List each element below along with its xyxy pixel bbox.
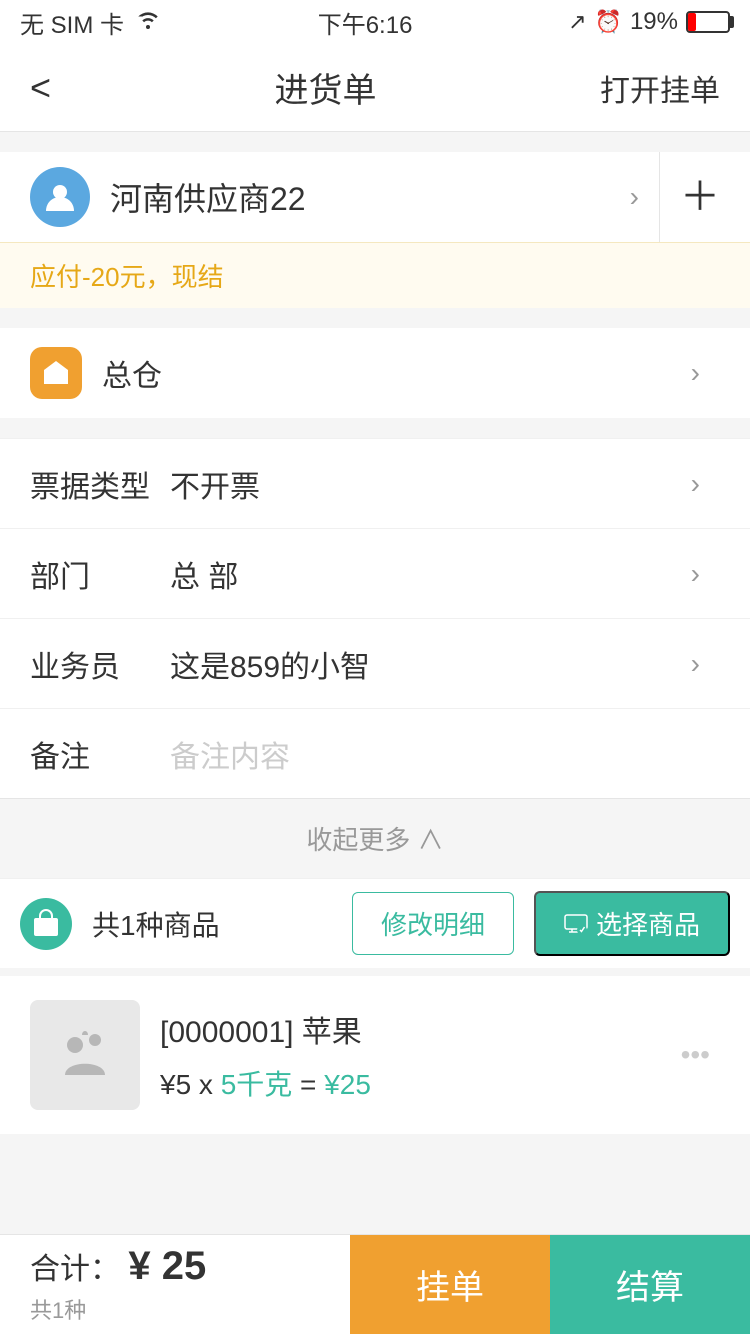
status-right: ↗ ⏰ 19%: [568, 8, 730, 36]
note-label: 备注: [30, 732, 150, 776]
note-input[interactable]: 备注内容: [170, 732, 720, 776]
gap-2: [0, 308, 750, 328]
alarm-icon: ⏰: [595, 9, 622, 35]
total-label: 合计：: [30, 1253, 120, 1286]
product-header: 共1种商品 修改明细 选择商品: [0, 878, 750, 968]
note-row[interactable]: 备注 备注内容: [0, 708, 750, 798]
status-left: 无 SIM 卡: [20, 5, 162, 40]
battery-icon: [686, 11, 730, 33]
total-area: 合计： ¥ 25 共1种: [0, 1244, 350, 1325]
carrier-label: 无 SIM 卡: [20, 5, 124, 40]
product-thumbnail: [30, 1000, 140, 1110]
gap-3: [0, 418, 750, 438]
staff-value: 这是859的小智: [170, 642, 691, 686]
product-info: [0000001] 苹果 ¥5 x 5千克 = ¥25: [160, 1007, 651, 1103]
hang-button[interactable]: 挂单: [350, 1235, 550, 1334]
product-name: [0000001] 苹果: [160, 1007, 651, 1051]
product-price: ¥5 x 5千克 = ¥25: [160, 1063, 651, 1103]
chevron-right-icon: ›: [630, 181, 639, 213]
nav-bar: < 进货单 打开挂单: [0, 44, 750, 132]
warehouse-row[interactable]: 总仓 ›: [0, 328, 750, 418]
total-label: ¥25: [324, 1069, 371, 1100]
wifi-icon: [134, 8, 162, 37]
total-sub: 共1种: [30, 1293, 320, 1325]
select-product-button[interactable]: 选择商品: [534, 891, 730, 956]
edit-detail-button[interactable]: 修改明细: [352, 892, 514, 955]
location-icon: ↗: [568, 9, 586, 35]
form-section: 票据类型 不开票 › 部门 总 部 › 业务员 这是859的小智 › 备注 备注…: [0, 438, 750, 798]
gap-1: [0, 132, 750, 152]
total-amount: ¥ 25: [128, 1244, 206, 1288]
supplier-name: 河南供应商22: [110, 174, 630, 220]
back-button[interactable]: <: [30, 67, 51, 109]
staff-chevron-icon: ›: [691, 648, 700, 680]
supplier-notice: 应付-20元，现结: [0, 242, 750, 308]
checkout-button[interactable]: 结算: [550, 1235, 750, 1334]
qty-label: 5千克: [221, 1069, 293, 1100]
product-count-label: 共1种商品: [92, 904, 332, 944]
product-icon: [20, 898, 72, 950]
supplier-row[interactable]: 河南供应商22 › ＋: [0, 152, 750, 242]
warehouse-section: 总仓 ›: [0, 328, 750, 418]
time-label: 下午6:16: [318, 5, 413, 40]
warehouse-name: 总仓: [102, 351, 691, 395]
equals-label: =: [292, 1069, 324, 1100]
ticket-chevron-icon: ›: [691, 468, 700, 500]
add-supplier-button[interactable]: ＋: [659, 152, 720, 242]
collapse-label: 收起更多 ∧: [306, 820, 443, 857]
dept-label: 部门: [30, 552, 150, 596]
collapse-bar[interactable]: 收起更多 ∧: [0, 798, 750, 878]
open-hang-button[interactable]: 打开挂单: [600, 66, 720, 110]
dept-chevron-icon: ›: [691, 558, 700, 590]
warehouse-chevron-icon: ›: [691, 357, 700, 389]
battery-tip: [730, 16, 734, 28]
select-product-label: 选择商品: [596, 905, 700, 942]
battery-pct-label: 19%: [630, 8, 678, 36]
price-label: ¥5 x: [160, 1069, 221, 1100]
staff-label: 业务员: [30, 642, 150, 686]
ticket-type-row[interactable]: 票据类型 不开票 ›: [0, 438, 750, 528]
battery-fill: [688, 13, 696, 31]
supplier-section: 河南供应商22 › ＋ 应付-20元，现结: [0, 152, 750, 308]
more-options-button[interactable]: •••: [671, 1029, 720, 1081]
product-item: [0000001] 苹果 ¥5 x 5千克 = ¥25 •••: [0, 968, 750, 1134]
ticket-type-label: 票据类型: [30, 462, 150, 506]
supplier-avatar: [30, 167, 90, 227]
page-title: 进货单: [275, 63, 377, 112]
bottom-bar: 合计： ¥ 25 共1种 挂单 结算: [0, 1234, 750, 1334]
total-row: 合计： ¥ 25: [30, 1244, 320, 1289]
dept-value: 总 部: [170, 552, 691, 596]
warehouse-icon: [30, 347, 82, 399]
dept-row[interactable]: 部门 总 部 ›: [0, 528, 750, 618]
staff-row[interactable]: 业务员 这是859的小智 ›: [0, 618, 750, 708]
status-bar: 无 SIM 卡 下午6:16 ↗ ⏰ 19%: [0, 0, 750, 44]
product-code: [0000001] 苹果: [160, 1016, 362, 1049]
ticket-type-value: 不开票: [170, 462, 691, 506]
